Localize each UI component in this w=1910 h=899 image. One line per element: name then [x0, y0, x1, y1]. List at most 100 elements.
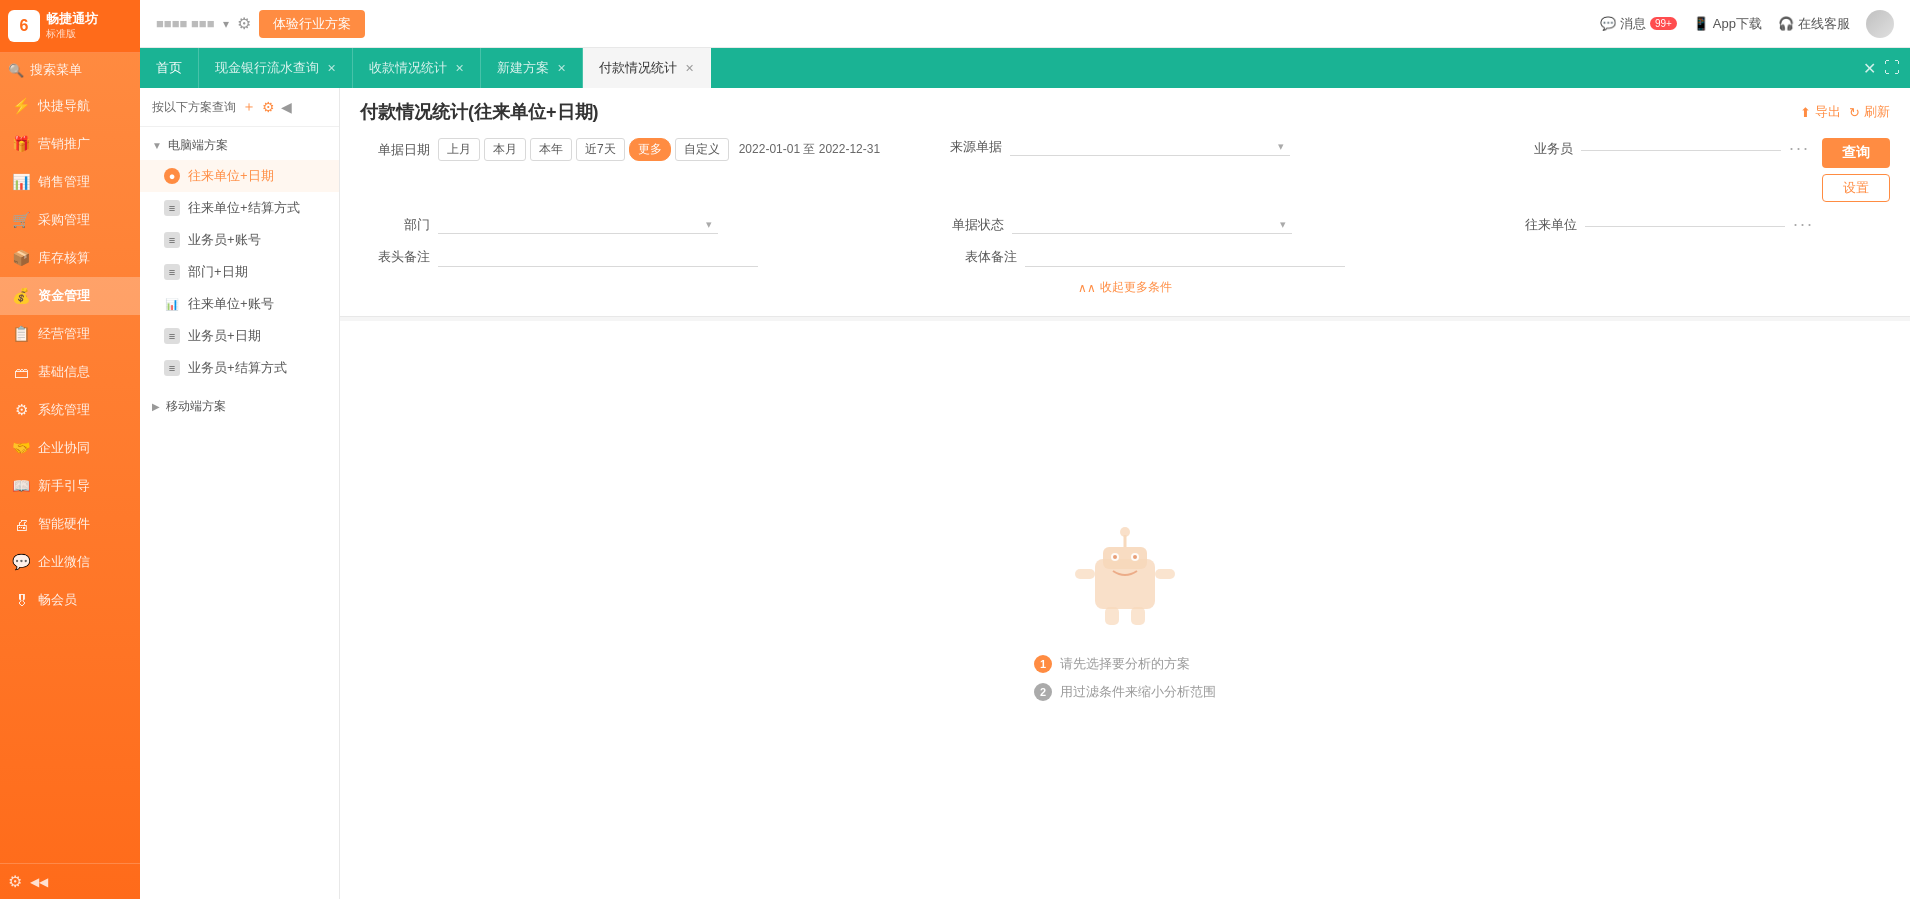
date-range: 2022-01-01 至 2022-12-31 — [739, 141, 880, 158]
sales-icon: 📊 — [12, 173, 30, 191]
purchase-icon: 🛒 — [12, 211, 30, 229]
mobile-group-toggle[interactable]: ▶ 移动端方案 — [140, 392, 339, 421]
scheme-item-3[interactable]: ≡ 部门+日期 — [140, 256, 339, 288]
sidebar-item-fund[interactable]: 💰 资金管理 — [0, 277, 140, 315]
salesperson-select[interactable] — [1581, 146, 1781, 151]
scheme-label-3: 部门+日期 — [188, 263, 248, 281]
sidebar-item-label: 资金管理 — [38, 287, 90, 305]
tab-bank[interactable]: 现金银行流水查询 ✕ — [199, 48, 353, 88]
sidebar-item-marketing[interactable]: 🎁 营销推广 — [0, 125, 140, 163]
search-menu[interactable]: 🔍 搜索菜单 — [0, 53, 140, 87]
date-btn-last-month[interactable]: 上月 — [438, 138, 480, 161]
settings-scheme-icon[interactable]: ⚙ — [262, 99, 275, 115]
sidebar-item-sales[interactable]: 📊 销售管理 — [0, 163, 140, 201]
empty-tip-1: 1 请先选择要分析的方案 — [1034, 655, 1216, 673]
tip-2-text: 用过滤条件来缩小分析范围 — [1060, 683, 1216, 701]
collapse-sidebar-icon[interactable]: ◀◀ — [30, 875, 48, 889]
tab-receipt-close[interactable]: ✕ — [455, 62, 464, 75]
sidebar-item-label: 新手引导 — [38, 477, 90, 495]
collapse-scheme-icon[interactable]: ◀ — [281, 99, 292, 115]
department-select[interactable]: ▾ — [438, 216, 718, 234]
user-avatar[interactable] — [1866, 10, 1894, 38]
sidebar-item-basic[interactable]: 🗃 基础信息 — [0, 353, 140, 391]
desktop-group-toggle[interactable]: ▼ 电脑端方案 — [140, 131, 339, 160]
tab-new-scheme[interactable]: 新建方案 ✕ — [481, 48, 583, 88]
scheme-item-5[interactable]: ≡ 业务员+日期 — [140, 320, 339, 352]
scheme-item-1[interactable]: ≡ 往来单位+结算方式 — [140, 192, 339, 224]
topbar-dropdown-arrow[interactable]: ▾ — [223, 17, 229, 31]
body-note-input[interactable] — [1025, 247, 1345, 267]
query-button[interactable]: 查询 — [1822, 138, 1890, 168]
close-all-tabs-icon[interactable]: ✕ — [1863, 59, 1876, 78]
scheme-item-0[interactable]: ● 往来单位+日期 — [140, 160, 339, 192]
sidebar-item-label: 基础信息 — [38, 363, 90, 381]
svg-rect-9 — [1155, 569, 1175, 579]
scheme-icon-5: ≡ — [164, 328, 180, 344]
tab-receipt-stat[interactable]: 收款情况统计 ✕ — [353, 48, 481, 88]
date-btn-custom[interactable]: 自定义 — [675, 138, 729, 161]
sidebar-bottom: ⚙ ◀◀ — [0, 863, 140, 899]
topbar-gear-icon[interactable]: ⚙ — [237, 14, 251, 33]
counterpart-more-icon[interactable]: ··· — [1793, 214, 1814, 235]
sidebar-item-operation[interactable]: 📋 经营管理 — [0, 315, 140, 353]
date-btn-this-year[interactable]: 本年 — [530, 138, 572, 161]
doc-status-select[interactable]: ▾ — [1012, 216, 1292, 234]
operation-icon: 📋 — [12, 325, 30, 343]
counterpart-select[interactable] — [1585, 222, 1785, 227]
refresh-button[interactable]: ↻ 刷新 — [1849, 103, 1890, 121]
sidebar-item-purchase[interactable]: 🛒 采购管理 — [0, 201, 140, 239]
sidebar-item-system[interactable]: ⚙ 系统管理 — [0, 391, 140, 429]
main-content: ■■■■ ■■■ ▾ ⚙ 体验行业方案 💬 消息 99+ 📱 App下载 🎧 在… — [140, 0, 1910, 899]
tab-new-close[interactable]: ✕ — [557, 62, 566, 75]
salesperson-more-icon[interactable]: ··· — [1789, 138, 1810, 159]
message-button[interactable]: 💬 消息 99+ — [1600, 15, 1677, 33]
scheme-item-2[interactable]: ≡ 业务员+账号 — [140, 224, 339, 256]
trial-button[interactable]: 体验行业方案 — [259, 10, 365, 38]
sidebar-item-wechat[interactable]: 💬 企业微信 — [0, 543, 140, 581]
desktop-arrow-icon: ▼ — [152, 140, 162, 151]
date-btn-7days[interactable]: 近7天 — [576, 138, 625, 161]
sidebar-item-label: 智能硬件 — [38, 515, 90, 533]
sidebar-item-vip[interactable]: 🎖 畅会员 — [0, 581, 140, 619]
export-button[interactable]: ⬆ 导出 — [1800, 103, 1841, 121]
tab-payment-stat[interactable]: 付款情况统计 ✕ — [583, 48, 711, 88]
scheme-item-6[interactable]: ≡ 业务员+结算方式 — [140, 352, 339, 384]
service-icon: 🎧 — [1778, 16, 1794, 31]
date-label: 单据日期 — [360, 141, 430, 159]
counterpart-label: 往来单位 — [1507, 216, 1577, 234]
source-label: 来源单据 — [932, 138, 1002, 156]
date-btn-this-month[interactable]: 本月 — [484, 138, 526, 161]
app-download-button[interactable]: 📱 App下载 — [1693, 15, 1762, 33]
expand-icon[interactable]: ⛶ — [1884, 59, 1900, 77]
scheme-label-6: 业务员+结算方式 — [188, 359, 287, 377]
sidebar-item-hardware[interactable]: 🖨 智能硬件 — [0, 505, 140, 543]
add-scheme-icon[interactable]: ＋ — [242, 98, 256, 116]
filter-area: 付款情况统计(往来单位+日期) ⬆ 导出 ↻ 刷新 — [340, 88, 1910, 317]
source-select[interactable]: ▾ — [1010, 138, 1290, 156]
wechat-icon: 💬 — [12, 553, 30, 571]
scheme-item-4[interactable]: 📊 往来单位+账号 — [140, 288, 339, 320]
tab-payment-close[interactable]: ✕ — [685, 62, 694, 75]
system-icon: ⚙ — [12, 401, 30, 419]
online-service-button[interactable]: 🎧 在线客服 — [1778, 15, 1850, 33]
tab-home[interactable]: 首页 — [140, 48, 199, 88]
collapse-filters-button[interactable]: ∧∧ 收起更多条件 — [360, 271, 1890, 304]
topbar: ■■■■ ■■■ ▾ ⚙ 体验行业方案 💬 消息 99+ 📱 App下载 🎧 在… — [140, 0, 1910, 48]
tab-bank-close[interactable]: ✕ — [327, 62, 336, 75]
sidebar-item-guide[interactable]: 📖 新手引导 — [0, 467, 140, 505]
head-note-input[interactable] — [438, 247, 758, 267]
sidebar-item-quick-nav[interactable]: ⚡ 快捷导航 — [0, 87, 140, 125]
settings-icon[interactable]: ⚙ — [8, 872, 22, 891]
sidebar-item-cooperation[interactable]: 🤝 企业协同 — [0, 429, 140, 467]
vip-icon: 🎖 — [12, 592, 30, 609]
logo-name: 畅捷通坊 — [46, 11, 98, 27]
sidebar-item-inventory[interactable]: 📦 库存核算 — [0, 239, 140, 277]
scheme-icon-2: ≡ — [164, 232, 180, 248]
sidebar-item-label: 企业协同 — [38, 439, 90, 457]
date-btn-more[interactable]: 更多 — [629, 138, 671, 161]
tip-1-text: 请先选择要分析的方案 — [1060, 655, 1190, 673]
sidebar-item-label: 系统管理 — [38, 401, 90, 419]
page-title: 付款情况统计(往来单位+日期) — [360, 100, 599, 124]
sidebar-nav: ⚡ 快捷导航 🎁 营销推广 📊 销售管理 🛒 采购管理 📦 库存核算 💰 资金管… — [0, 87, 140, 863]
setting-button[interactable]: 设置 — [1822, 174, 1890, 202]
